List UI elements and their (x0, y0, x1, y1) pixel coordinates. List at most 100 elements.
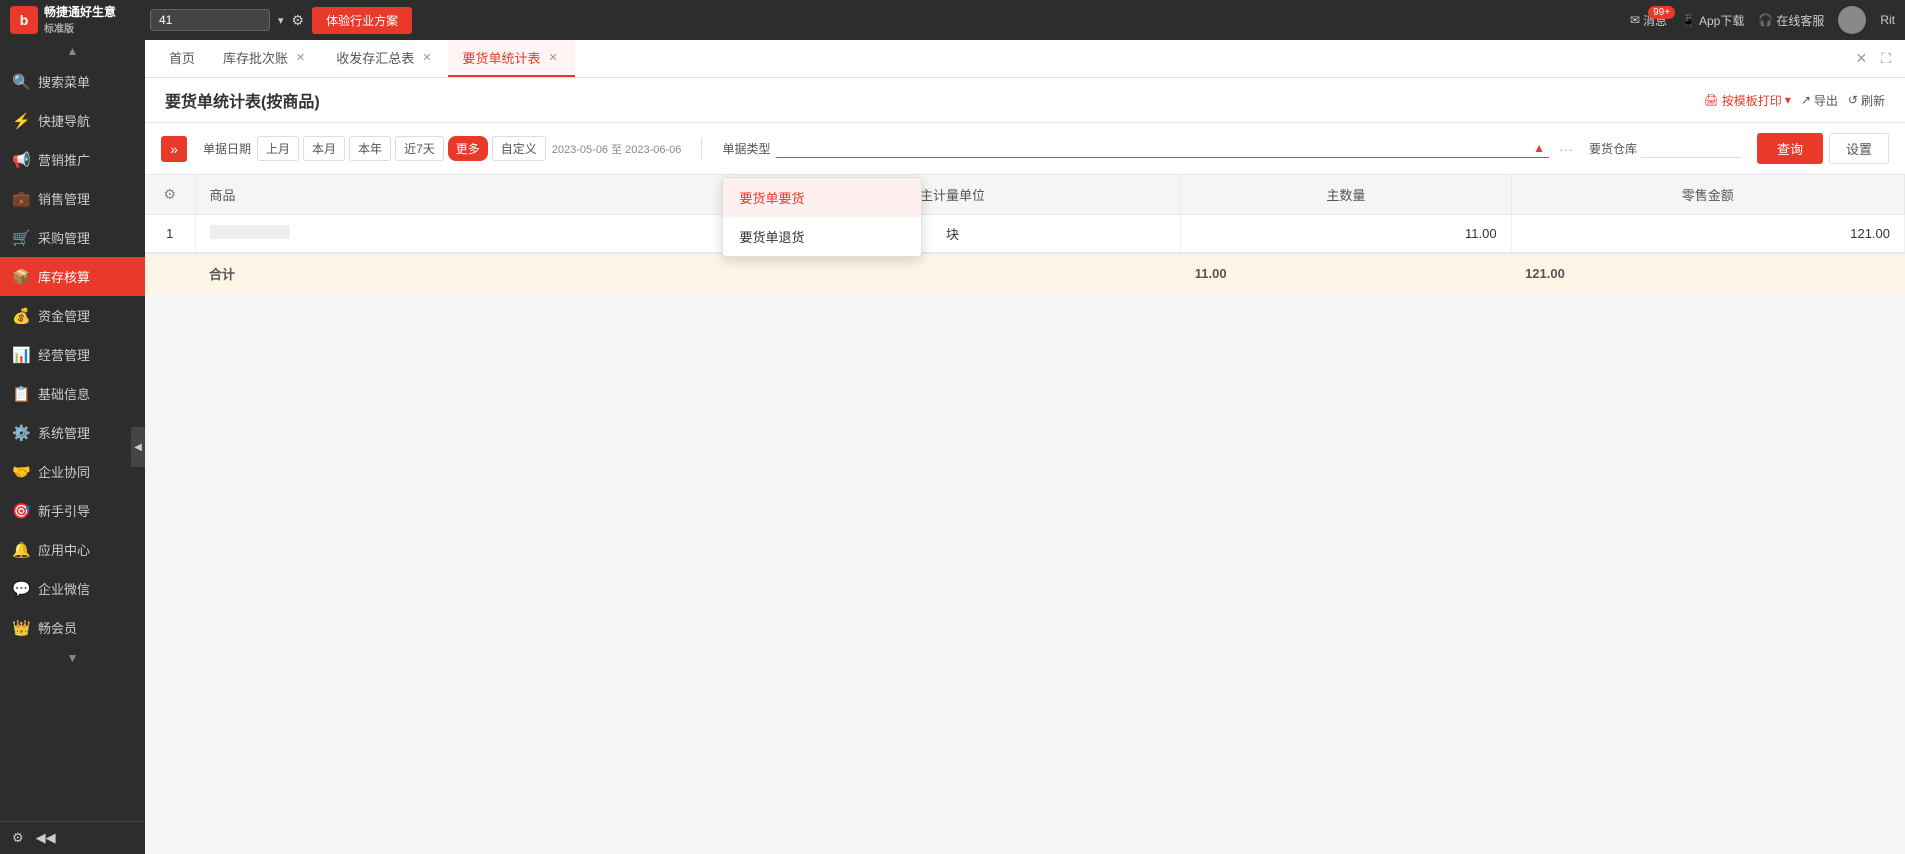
sidebar: ▲ 🔍搜索菜单⚡快捷导航 📢 营销推广 💼销售管理🛒采购管理📦库存核算💰资金管理📊经营… (0, 40, 145, 854)
sidebar-item-finance[interactable]: 💰资金管理 (0, 296, 145, 335)
dropdown-item-yaohuodantuihuo[interactable]: 要货单退货 (723, 217, 921, 256)
date-btn-more[interactable]: 更多 (448, 136, 488, 161)
col-settings-header[interactable]: ⚙ (145, 175, 195, 215)
sidebar-label-marketing: 营销推广 (38, 150, 90, 169)
date-filter-group: 单据日期 上月 本月 本年 近7天 更多 自定义 2023-05-06 至 20… (203, 136, 681, 161)
sidebar-item-new-guide[interactable]: 🎯新手引导 (0, 491, 145, 530)
sidebar-icon-enterprise-wechat: 💬 (12, 580, 30, 598)
footer-unit (724, 253, 1181, 293)
col-qty-header: 主数量 (1181, 175, 1511, 215)
message-button[interactable]: ✉ 消息 99+ (1630, 12, 1667, 29)
sidebar-item-marketing[interactable]: 📢 营销推广 (0, 140, 145, 179)
settings-button[interactable]: 设置 (1829, 133, 1889, 164)
sidebar-item-enterprise-collab[interactable]: 🤝企业协同 (0, 452, 145, 491)
settings-gear-icon[interactable]: ⚙ (292, 12, 305, 29)
footer-label: 合计 (195, 253, 724, 293)
sidebar-collapse-button[interactable]: ◀◀ (36, 830, 56, 846)
dropdown-item-yaohuodanhuo[interactable]: 要货单要货 (723, 178, 921, 217)
date-btn-prev-month[interactable]: 上月 (257, 136, 299, 161)
export-button[interactable]: ↗ 导出 (1801, 92, 1838, 109)
tab-dropdown-icon[interactable]: ▾ (278, 14, 284, 27)
app-name: 畅捷通好生意 (44, 5, 116, 21)
tab-close-order-stat[interactable]: ✕ (546, 50, 561, 65)
sidebar-scroll-up[interactable]: ▲ (0, 40, 145, 62)
page-content: 要货单统计表(按商品) 🖨 按模板打印 ▾ ↗ 导出 ↺ 刷新 (145, 78, 1905, 854)
phone-icon: 📱 (1681, 13, 1696, 27)
industry-plan-button[interactable]: 体验行业方案 (312, 7, 412, 34)
sidebar-item-search-menu[interactable]: 🔍搜索菜单 (0, 62, 145, 101)
table-row: 1 块 11.00 121.00 (145, 215, 1905, 254)
sidebar-item-sales-mgmt[interactable]: 💼销售管理 (0, 179, 145, 218)
data-table-wrap: ⚙ 商品 主计量单位 主数量 零售金额 1 块 11.00 121.00 (145, 175, 1905, 293)
sidebar-label-purchase-mgmt: 采购管理 (38, 228, 90, 247)
col-settings-icon[interactable]: ⚙ (163, 186, 176, 202)
type-filter-input[interactable] (780, 141, 1529, 155)
type-filter-more-icon[interactable]: ··· (1559, 141, 1573, 157)
tab-number-input[interactable] (150, 9, 270, 31)
online-service-label: 在线客服 (1776, 12, 1824, 29)
sidebar-icon-finance: 💰 (12, 307, 30, 325)
sidebar-icon-marketing: 📢 (12, 151, 30, 169)
tab-close-inventory-batch[interactable]: ✕ (293, 50, 308, 65)
col-product-header: 商品 (195, 175, 724, 215)
warehouse-filter-input[interactable] (1641, 139, 1741, 158)
tab-receivable-summary[interactable]: 收发存汇总表 ✕ (322, 40, 448, 77)
date-btn-year[interactable]: 本年 (349, 136, 391, 161)
type-filter-group: 单据类型 ▲ ··· 要货单要货要货单退货 (722, 139, 1573, 158)
sidebar-item-operations[interactable]: 📊经营管理 (0, 335, 145, 374)
tab-close-all-button[interactable]: ✕ (1851, 48, 1871, 69)
sidebar-label-enterprise-wechat: 企业微信 (38, 579, 90, 598)
main-layout: ▲ 🔍搜索菜单⚡快捷导航 📢 营销推广 💼销售管理🛒采购管理📦库存核算💰资金管理📊经营… (0, 40, 1905, 854)
type-input-wrap: ▲ (776, 139, 1549, 158)
sidebar-item-basic-info[interactable]: 📋基础信息 (0, 374, 145, 413)
date-btn-custom[interactable]: 自定义 (492, 136, 546, 161)
page-header-actions: 🖨 按模板打印 ▾ ↗ 导出 ↺ 刷新 (1704, 92, 1885, 109)
print-dropdown-icon[interactable]: ▾ (1785, 93, 1791, 107)
sidebar-scroll-down[interactable]: ▼ (0, 647, 145, 669)
topbar-right: ✉ 消息 99+ 📱 App下载 🎧 在线客服 Rit (1630, 6, 1895, 34)
tab-home[interactable]: 首页 (155, 40, 209, 77)
sidebar-label-system-mgmt: 系统管理 (38, 423, 90, 442)
cell-product-0 (195, 215, 724, 254)
type-filter-arrow-icon[interactable]: ▲ (1533, 141, 1545, 155)
search-button[interactable]: 查询 (1757, 133, 1823, 164)
sidebar-label-search-menu: 搜索菜单 (38, 72, 90, 91)
sidebar-label-new-guide: 新手引导 (38, 501, 90, 520)
filter-toggle-button[interactable]: » (161, 136, 187, 162)
refresh-icon: ↺ (1848, 93, 1858, 107)
filter-area: » 单据日期 上月 本月 本年 近7天 更多 自定义 2023-05-06 至 … (145, 123, 1905, 175)
tab-order-stat[interactable]: 要货单统计表 ✕ (448, 40, 574, 77)
sidebar-item-system-mgmt[interactable]: ⚙️系统管理 (0, 413, 145, 452)
message-badge: 99+ (1648, 6, 1675, 19)
sidebar-item-app-center[interactable]: 🔔应用中心 (0, 530, 145, 569)
sidebar-item-inventory[interactable]: 📦库存核算 (0, 257, 145, 296)
tab-label-receivable-summary: 收发存汇总表 (336, 48, 414, 67)
date-btn-cur-month[interactable]: 本月 (303, 136, 345, 161)
sidebar-settings-button[interactable]: ⚙ (12, 830, 24, 846)
sidebar-item-enterprise-wechat[interactable]: 💬 企业微信 (0, 569, 145, 608)
page-title: 要货单统计表(按商品) (165, 88, 320, 112)
date-range-display: 2023-05-06 至 2023-06-06 (552, 141, 682, 157)
tab-close-receivable-summary[interactable]: ✕ (419, 50, 434, 65)
user-avatar[interactable] (1838, 6, 1866, 34)
topbar-center: ▾ ⚙ 体验行业方案 (150, 7, 1620, 34)
sidebar-item-purchase-mgmt[interactable]: 🛒采购管理 (0, 218, 145, 257)
warehouse-filter-group: 要货仓库 (1589, 139, 1741, 158)
sidebar-icon-operations: 📊 (12, 346, 30, 364)
sidebar-label-quick-nav: 快捷导航 (38, 111, 90, 130)
tab-expand-button[interactable]: ⛶ (1877, 48, 1895, 69)
sidebar-icon-inventory: 📦 (12, 268, 30, 286)
online-service-button[interactable]: 🎧 在线客服 (1758, 12, 1824, 29)
template-print-button[interactable]: 🖨 按模板打印 ▾ (1704, 92, 1791, 109)
sidebar-item-member[interactable]: 👑畅会员 (0, 608, 145, 647)
tab-label-inventory-batch: 库存批次账 (223, 48, 288, 67)
cell-amount-0: 121.00 (1511, 215, 1904, 254)
filter-divider (701, 138, 702, 160)
cell-num-0: 1 (145, 215, 195, 254)
tab-inventory-batch[interactable]: 库存批次账 ✕ (209, 40, 322, 77)
sidebar-item-quick-nav[interactable]: ⚡快捷导航 (0, 101, 145, 140)
date-btn-7days[interactable]: 近7天 (395, 136, 444, 161)
refresh-button[interactable]: ↺ 刷新 (1848, 92, 1885, 109)
app-download-button[interactable]: 📱 App下载 (1681, 12, 1744, 29)
sidebar-collapse-arrow[interactable]: ◀ (131, 427, 145, 467)
